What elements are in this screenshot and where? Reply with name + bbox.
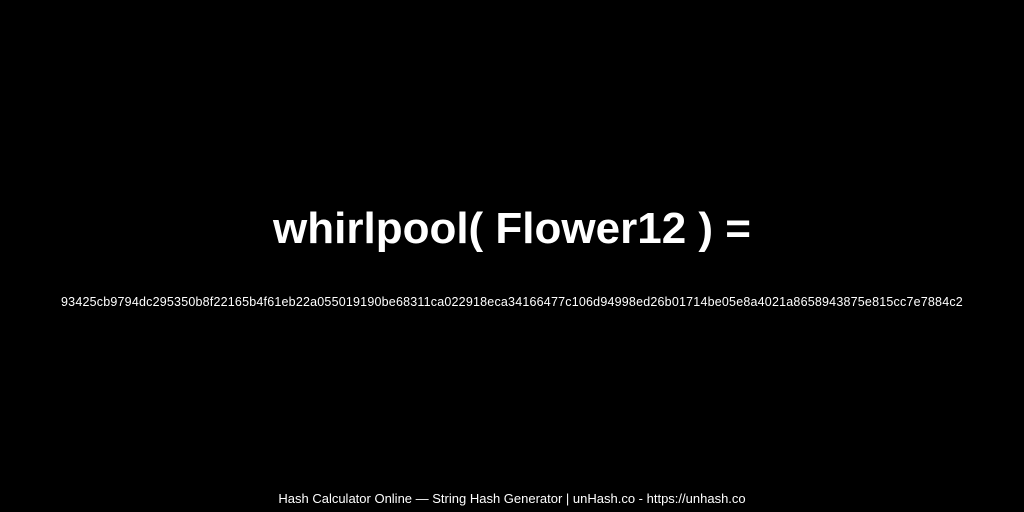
hash-expression-heading: whirlpool( Flower12 ) = xyxy=(273,203,751,256)
main-content: whirlpool( Flower12 ) = 93425cb9794dc295… xyxy=(0,0,1024,512)
hash-output-value: 93425cb9794dc295350b8f22165b4f61eb22a055… xyxy=(41,295,983,309)
footer-attribution: Hash Calculator Online — String Hash Gen… xyxy=(0,491,1024,512)
